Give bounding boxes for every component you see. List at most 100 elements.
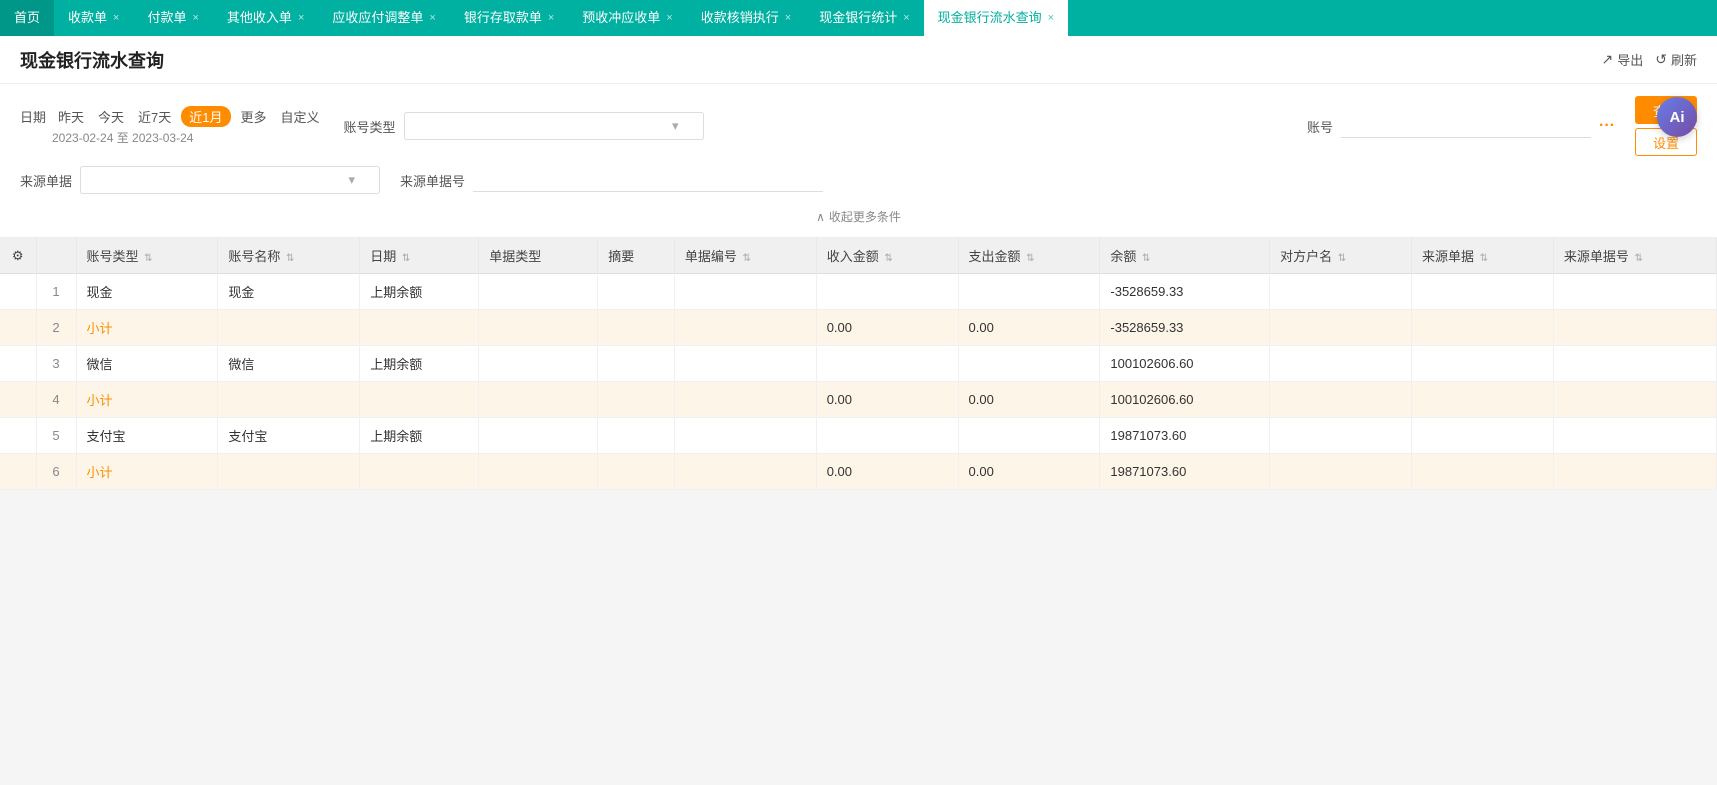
table-cell: 上期余额: [360, 346, 479, 382]
collapse-bar[interactable]: ∧ 收起更多条件: [20, 204, 1697, 229]
source-doc-no-input[interactable]: [473, 168, 823, 192]
table-cell: [674, 382, 816, 418]
col-doc-no[interactable]: 单据编号 ⇅: [674, 238, 816, 274]
col-expense[interactable]: 支出金额 ⇅: [958, 238, 1100, 274]
table-row: 4小计0.000.00100102606.60: [0, 382, 1717, 418]
nav-ar-ap-adjust[interactable]: 应收应付调整单 ×: [318, 0, 449, 36]
nav-cash-bank-flow-close[interactable]: ×: [1048, 0, 1054, 36]
date-btn-more[interactable]: 更多: [237, 106, 271, 127]
col-source-doc[interactable]: 来源单据 ⇅: [1412, 238, 1554, 274]
table-cell: [816, 346, 958, 382]
table-cell: [1412, 418, 1554, 454]
date-btn-1month[interactable]: 近1月: [181, 106, 230, 127]
table-cell: 现金: [218, 274, 360, 310]
nav-other-income[interactable]: 其他收入单 ×: [213, 0, 318, 36]
table-body: 1现金现金上期余额-3528659.332小计0.000.00-3528659.…: [0, 274, 1717, 490]
nav-payment-close[interactable]: ×: [192, 0, 198, 36]
table-cell: [1270, 310, 1412, 346]
table-cell: [1412, 382, 1554, 418]
filter-row-1: 日期 昨天 今天 近7天 近1月 更多 自定义 2023-02-24 至 202…: [20, 96, 1697, 156]
source-doc-dropdown-icon: ▾: [348, 172, 355, 188]
table-cell: 上期余额: [360, 274, 479, 310]
table-cell: 0.00: [958, 382, 1100, 418]
nav-other-income-close[interactable]: ×: [298, 0, 304, 36]
date-btn-custom[interactable]: 自定义: [277, 106, 324, 127]
table-cell: 5: [36, 418, 76, 454]
date-btn-yesterday[interactable]: 昨天: [54, 106, 88, 127]
table-cell: [1270, 418, 1412, 454]
table-cell: [360, 310, 479, 346]
nav-payment[interactable]: 付款单 ×: [133, 0, 212, 36]
export-label: 导出: [1617, 50, 1643, 69]
nav-ar-ap-close[interactable]: ×: [429, 0, 435, 36]
table-cell: [479, 382, 598, 418]
date-filter-group: 日期 昨天 今天 近7天 近1月 更多 自定义 2023-02-24 至 202…: [20, 106, 324, 146]
date-btn-today[interactable]: 今天: [94, 106, 128, 127]
table-cell: [598, 454, 675, 490]
nav-receipt-close[interactable]: ×: [113, 0, 119, 36]
table-cell: [479, 454, 598, 490]
table-cell: [1553, 274, 1716, 310]
source-doc-select[interactable]: ▾: [80, 166, 380, 194]
account-dots-btn[interactable]: ···: [1599, 117, 1615, 135]
nav-payment-label: 付款单: [147, 0, 186, 36]
col-source-doc-no[interactable]: 来源单据号 ⇅: [1553, 238, 1716, 274]
table-cell: [0, 274, 36, 310]
table-cell: 1: [36, 274, 76, 310]
data-table: ⚙ 账号类型 ⇅ 账号名称 ⇅ 日期 ⇅ 单据类型 摘要 单据编号 ⇅ 收入金额…: [0, 238, 1717, 490]
table-cell: [1412, 346, 1554, 382]
ai-assistant-button[interactable]: Ai: [1657, 97, 1697, 137]
collapse-label: 收起更多条件: [829, 208, 901, 225]
table-cell: [360, 382, 479, 418]
table-cell: 上期余额: [360, 418, 479, 454]
col-balance[interactable]: 余额 ⇅: [1100, 238, 1270, 274]
col-account-type[interactable]: 账号类型 ⇅: [76, 238, 218, 274]
table-cell: [0, 454, 36, 490]
nav-prepay-offset-close[interactable]: ×: [666, 0, 672, 36]
account-input[interactable]: [1341, 114, 1591, 138]
nav-cash-bank-stat-label: 现金银行统计: [819, 0, 897, 36]
table-cell: [674, 418, 816, 454]
table-cell: [1270, 454, 1412, 490]
table-cell: [0, 418, 36, 454]
nav-receipt-verify-close[interactable]: ×: [785, 0, 791, 36]
account-type-select[interactable]: ▾: [404, 112, 704, 140]
nav-prepay-offset[interactable]: 预收冲应收单 ×: [568, 0, 686, 36]
table-cell: 现金: [76, 274, 218, 310]
table-cell: -3528659.33: [1100, 274, 1270, 310]
table-cell: [1270, 382, 1412, 418]
nav-receipt[interactable]: 收款单 ×: [54, 0, 133, 36]
table-cell: [816, 274, 958, 310]
col-summary[interactable]: 摘要: [598, 238, 675, 274]
account-filter: 账号 ···: [1307, 114, 1615, 138]
date-range-display: 2023-02-24 至 2023-03-24: [52, 129, 324, 146]
nav-other-income-label: 其他收入单: [227, 0, 292, 36]
nav-bank-deposit[interactable]: 银行存取款单 ×: [450, 0, 568, 36]
col-gear[interactable]: ⚙: [0, 238, 36, 274]
col-counterparty[interactable]: 对方户名 ⇅: [1270, 238, 1412, 274]
nav-cash-bank-flow[interactable]: 现金银行流水查询 ×: [924, 0, 1068, 36]
col-income[interactable]: 收入金额 ⇅: [816, 238, 958, 274]
nav-cash-bank-stat[interactable]: 现金银行统计 ×: [805, 0, 923, 36]
table-cell: [1553, 454, 1716, 490]
nav-home[interactable]: 首页: [0, 0, 54, 36]
date-btn-7days[interactable]: 近7天: [134, 106, 175, 127]
nav-receipt-verify[interactable]: 收款核销执行 ×: [687, 0, 805, 36]
filter-area: 日期 昨天 今天 近7天 近1月 更多 自定义 2023-02-24 至 202…: [0, 84, 1717, 238]
nav-bank-deposit-close[interactable]: ×: [548, 0, 554, 36]
table-cell: [674, 454, 816, 490]
table-header: ⚙ 账号类型 ⇅ 账号名称 ⇅ 日期 ⇅ 单据类型 摘要 单据编号 ⇅ 收入金额…: [0, 238, 1717, 274]
col-account-name[interactable]: 账号名称 ⇅: [218, 238, 360, 274]
header-actions: ↗ 导出 ↺ 刷新: [1602, 50, 1698, 69]
table-cell: [958, 346, 1100, 382]
export-button[interactable]: ↗ 导出: [1602, 50, 1644, 69]
table-cell: 微信: [76, 346, 218, 382]
col-doc-type[interactable]: 单据类型: [479, 238, 598, 274]
col-date[interactable]: 日期 ⇅: [360, 238, 479, 274]
nav-cash-bank-stat-close[interactable]: ×: [903, 0, 909, 36]
refresh-label: 刷新: [1671, 50, 1697, 69]
table-cell: 0.00: [816, 382, 958, 418]
source-doc-label: 来源单据: [20, 171, 72, 190]
nav-ar-ap-label: 应收应付调整单: [332, 0, 423, 36]
refresh-button[interactable]: ↺ 刷新: [1655, 50, 1697, 69]
